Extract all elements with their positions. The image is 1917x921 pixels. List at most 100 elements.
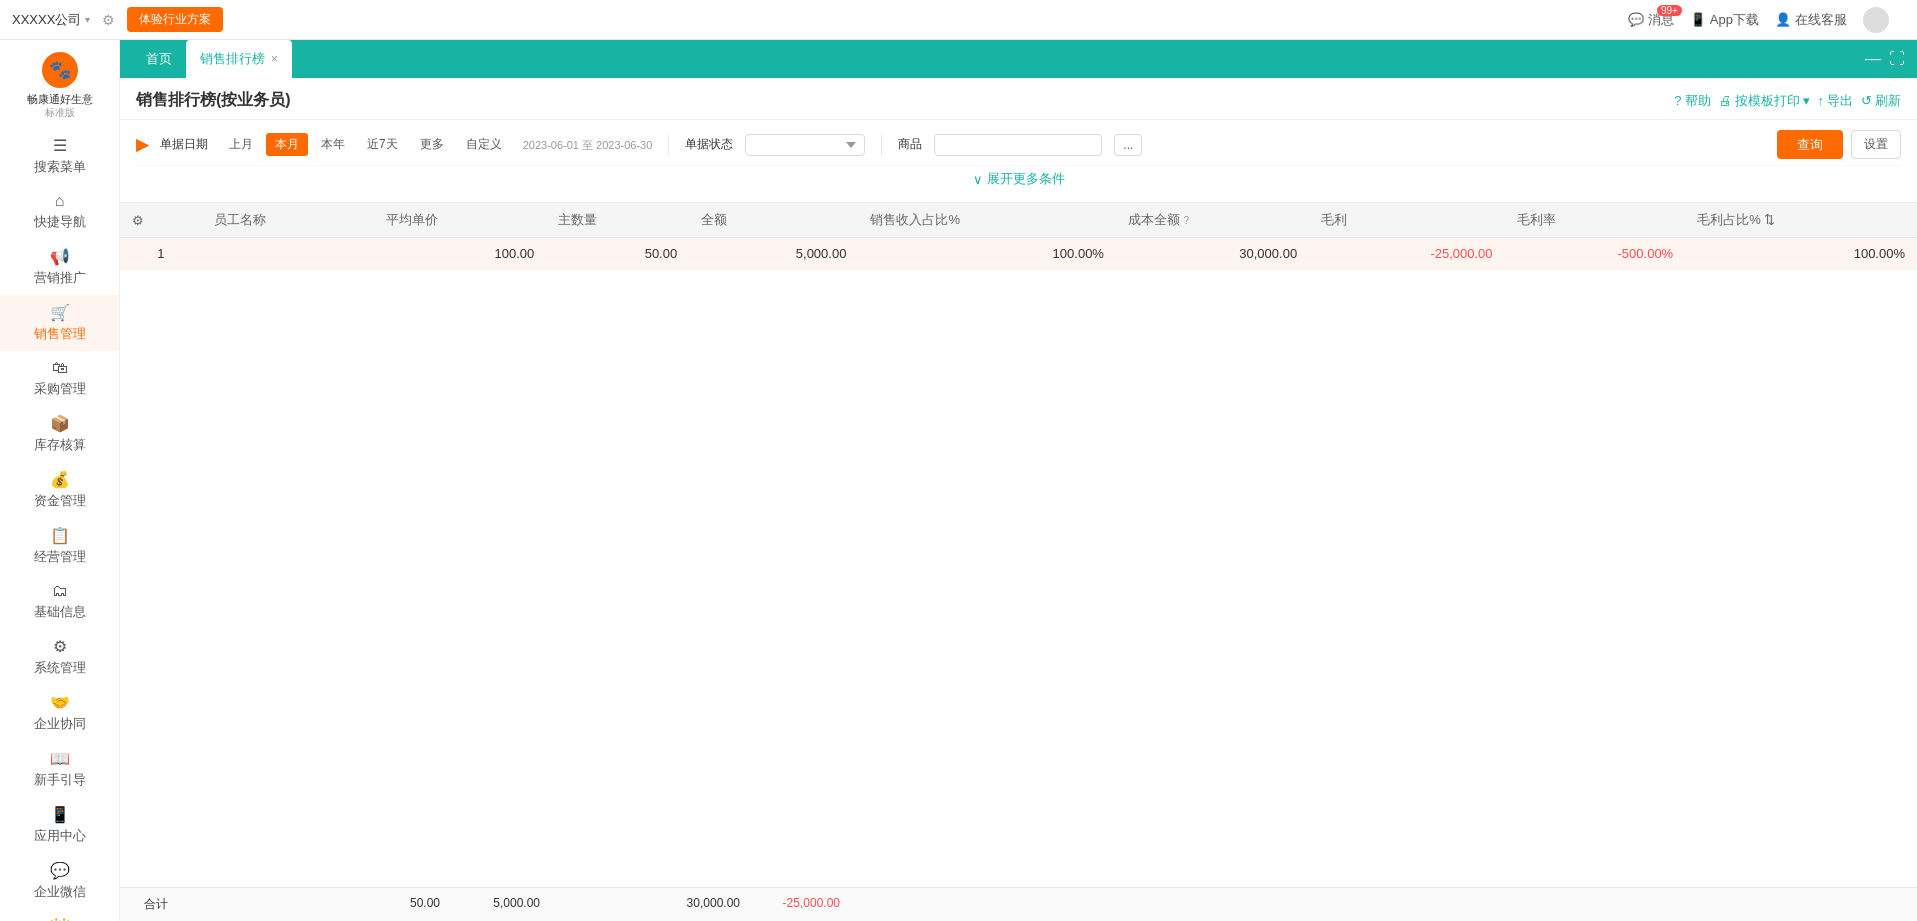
expand-conditions-button[interactable]: ∨ 展开更多条件 xyxy=(973,170,1065,188)
sidebar-label-wechat: 企业微信 xyxy=(34,883,86,901)
table-body: 1 100.00 50.00 5,000.00 100.00% 30,000.0… xyxy=(120,238,1917,270)
sidebar-item-basic-info[interactable]: 🗂 基础信息 xyxy=(0,574,119,629)
table-wrapper: ⚙ 员工名称 平均单价 主数量 全额 销售收入占比% 成本全额 ? 毛利 毛利率 xyxy=(120,203,1917,887)
tab-minimize-button[interactable]: — xyxy=(1865,50,1881,68)
tab-home[interactable]: 首页 xyxy=(132,40,186,78)
date-range-text: 2023-06-01 至 2023-06-30 xyxy=(523,138,653,153)
date-pill-last-month[interactable]: 上月 xyxy=(220,133,262,156)
member-icon: 👑 xyxy=(50,917,70,921)
profit-pct-sort-icon[interactable]: ⇅ xyxy=(1764,212,1775,227)
message-icon: 💬 xyxy=(1628,12,1644,27)
sidebar-item-newbie[interactable]: 📖 新手引导 xyxy=(0,741,119,797)
message-badge: 99+ xyxy=(1657,5,1682,16)
sidebar-item-app-center[interactable]: 📱 应用中心 xyxy=(0,797,119,853)
marketing-icon: 📢 xyxy=(50,247,70,266)
filter-settings-button[interactable]: 设置 xyxy=(1851,130,1901,159)
col-settings[interactable]: ⚙ xyxy=(120,203,202,238)
col-profit-pct: 毛利占比% ⇅ xyxy=(1685,203,1917,238)
date-pill-last-7days[interactable]: 近7天 xyxy=(358,133,407,156)
fund-icon: 💰 xyxy=(50,470,70,489)
avatar[interactable] xyxy=(1863,7,1889,33)
col-avg-price: 平均单价 xyxy=(374,203,546,238)
sidebar-logo: 🐾 畅康通好生意 标准版 xyxy=(0,40,119,128)
enterprise-icon: 🤝 xyxy=(50,693,70,712)
goods-filter-label: 商品 xyxy=(898,136,922,153)
sidebar-item-inventory[interactable]: 📦 库存核算 xyxy=(0,406,119,462)
message-button[interactable]: 💬 消息 99+ xyxy=(1628,11,1674,29)
settings-icon[interactable]: ⚙ xyxy=(102,12,115,28)
app-center-icon: 📱 xyxy=(50,805,70,824)
sidebar-item-ops[interactable]: 📋 经营管理 xyxy=(0,518,119,574)
cell-profit: -25,000.00 xyxy=(1309,238,1504,270)
sidebar-item-wechat[interactable]: 💬 企业微信 xyxy=(0,853,119,909)
page-title: 销售排行榜(按业务员) xyxy=(136,90,291,111)
refresh-link[interactable]: ↺ 刷新 xyxy=(1861,92,1901,110)
sidebar-label-system: 系统管理 xyxy=(34,659,86,677)
sidebar-item-search-order[interactable]: ☰ 搜索菜单 xyxy=(0,128,119,184)
tab-actions: — ⛶ xyxy=(1865,50,1905,68)
export-link[interactable]: ↑ 导出 xyxy=(1818,92,1854,110)
tab-maximize-button[interactable]: ⛶ xyxy=(1889,50,1905,68)
table-header: ⚙ 员工名称 平均单价 主数量 全额 销售收入占比% 成本全额 ? 毛利 毛利率 xyxy=(120,203,1917,238)
expand-chevron-icon: ∨ xyxy=(973,172,983,187)
status-filter-label: 单据状态 xyxy=(685,136,733,153)
goods-filter-input[interactable] xyxy=(934,134,1102,156)
tab-close-icon[interactable]: × xyxy=(271,52,278,66)
date-pill-current-year[interactable]: 本年 xyxy=(312,133,354,156)
sidebar-item-member[interactable]: 👑 畅会员 xyxy=(0,909,119,921)
sidebar-item-fund[interactable]: 💰 资金管理 xyxy=(0,462,119,518)
col-amount: 全额 xyxy=(689,203,858,238)
sidebar-item-marketing[interactable]: 📢 营销推广 xyxy=(0,239,119,295)
sidebar-item-quick-nav[interactable]: ⌂ 快捷导航 xyxy=(0,184,119,239)
cell-profit-pct: 100.00% xyxy=(1685,238,1917,270)
online-service-label: 在线客服 xyxy=(1795,11,1847,29)
footer-profit-rate xyxy=(852,896,952,913)
sidebar-item-enterprise[interactable]: 🤝 企业协同 xyxy=(0,685,119,741)
sidebar-item-system[interactable]: ⚙ 系统管理 xyxy=(0,629,119,685)
sidebar-label-quick-nav: 快捷导航 xyxy=(34,213,86,231)
tab-sales-ranking[interactable]: 销售排行榜 × xyxy=(186,40,292,78)
sidebar-item-sales[interactable]: 🛒 销售管理 xyxy=(0,295,119,351)
date-pills: 上月 本月 本年 近7天 更多 自定义 xyxy=(220,133,511,156)
inventory-icon: 📦 xyxy=(50,414,70,433)
date-pill-custom[interactable]: 自定义 xyxy=(457,133,511,156)
app-download-button[interactable]: 📱 App下载 xyxy=(1690,11,1759,29)
logo-title: 畅康通好生意 xyxy=(27,92,93,106)
app-download-icon: 📱 xyxy=(1690,12,1706,27)
filter-collapse-icon[interactable]: ▶ xyxy=(136,135,148,154)
footer-amount: 5,000.00 xyxy=(452,896,552,913)
sidebar-item-purchase[interactable]: 🛍 采购管理 xyxy=(0,351,119,406)
filter-separator-1 xyxy=(668,135,669,155)
trial-button[interactable]: 体验行业方案 xyxy=(127,7,223,32)
print-chevron-icon: ▾ xyxy=(1803,93,1810,108)
quick-nav-icon: ⌂ xyxy=(55,192,65,210)
cell-profit-rate: -500.00% xyxy=(1505,238,1686,270)
main-layout: 🐾 畅康通好生意 标准版 ☰ 搜索菜单 ⌂ 快捷导航 📢 营销推广 🛒 销售管理… xyxy=(0,40,1917,921)
sidebar-label-app-center: 应用中心 xyxy=(34,827,86,845)
date-pill-more[interactable]: 更多 xyxy=(411,133,453,156)
col-cost: 成本全额 ? xyxy=(1116,203,1309,238)
ops-icon: 📋 xyxy=(50,526,70,545)
help-link[interactable]: ? 帮助 xyxy=(1674,92,1710,110)
sidebar-label-ops: 经营管理 xyxy=(34,548,86,566)
online-service-button[interactable]: 👤 在线客服 xyxy=(1775,11,1847,29)
tab-bar: 首页 销售排行榜 × — ⛶ xyxy=(120,40,1917,78)
page-actions: ? 帮助 🖨 按模板打印 ▾ ↑ 导出 ↺ 刷新 xyxy=(1674,92,1901,110)
table-row: 1 100.00 50.00 5,000.00 100.00% 30,000.0… xyxy=(120,238,1917,270)
status-filter-select[interactable] xyxy=(745,134,865,156)
expand-conditions-row: ∨ 展开更多条件 xyxy=(136,165,1901,192)
app-download-label: App下载 xyxy=(1710,11,1759,29)
page-content: 销售排行榜(按业务员) ? 帮助 🖨 按模板打印 ▾ ↑ 导出 xyxy=(120,78,1917,921)
company-selector[interactable]: XXXXX公司 ▾ xyxy=(12,11,90,29)
refresh-label: 刷新 xyxy=(1875,92,1901,110)
query-button[interactable]: 查询 xyxy=(1777,130,1843,159)
goods-ellipsis-button[interactable]: ... xyxy=(1114,134,1142,156)
cell-rank: 1 xyxy=(120,238,202,270)
template-print-link[interactable]: 🖨 按模板打印 ▾ xyxy=(1719,92,1810,110)
sidebar-label-purchase: 采购管理 xyxy=(34,380,86,398)
date-pill-current-month[interactable]: 本月 xyxy=(266,133,308,156)
help-icon: ? xyxy=(1674,93,1681,108)
cost-help-icon[interactable]: ? xyxy=(1184,215,1190,226)
cell-avg-price: 100.00 xyxy=(374,238,546,270)
company-name: XXXXX公司 xyxy=(12,11,81,29)
